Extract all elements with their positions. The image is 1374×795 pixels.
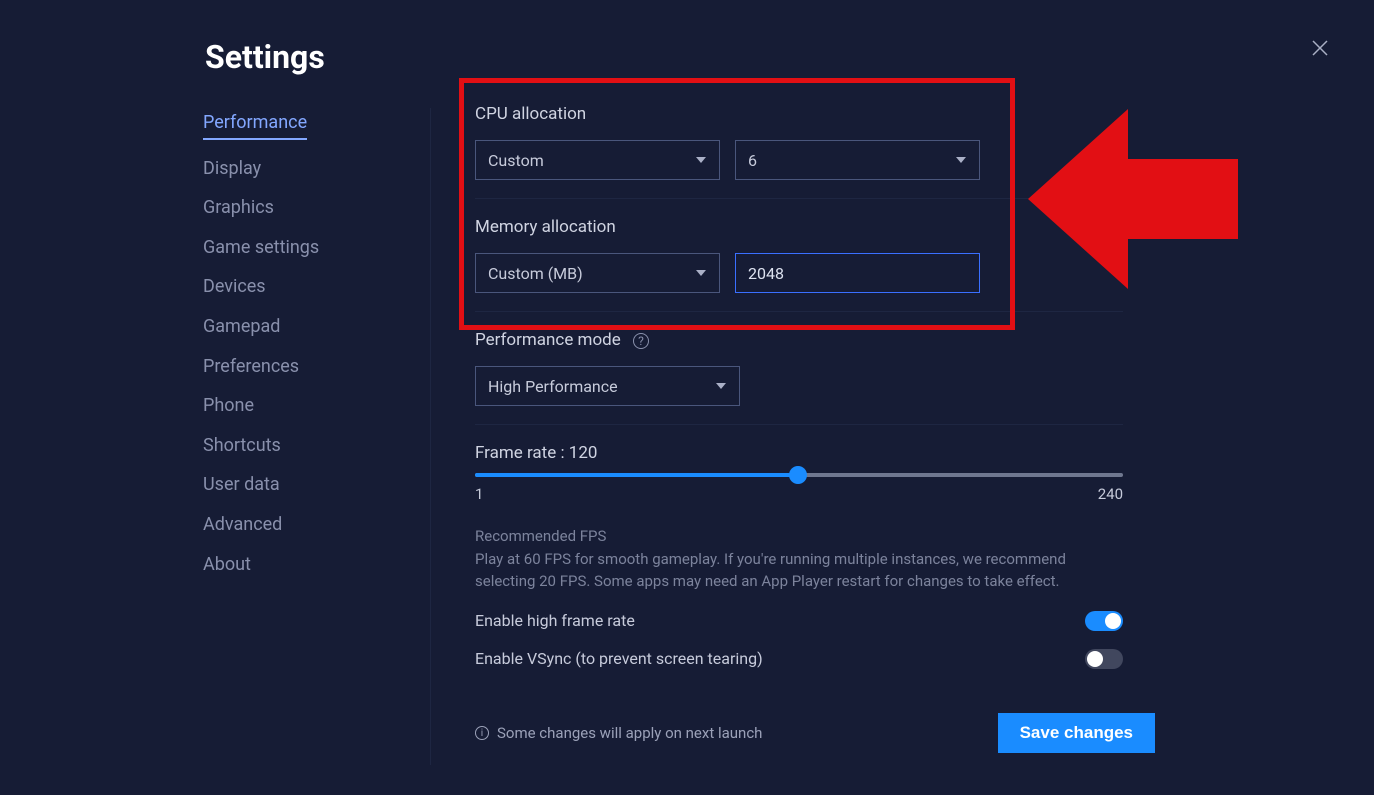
sidebar-item-game-settings[interactable]: Game settings [203,237,319,259]
vsync-toggle[interactable] [1085,649,1123,669]
close-icon[interactable] [1310,38,1330,58]
separator [475,198,1123,199]
sidebar-item-phone[interactable]: Phone [203,395,254,417]
chevron-down-icon [695,267,707,279]
vsync-label: Enable VSync (to prevent screen tearing) [475,649,763,668]
cpu-allocation-label: CPU allocation [475,104,1125,124]
info-note: i Some changes will apply on next launch [475,724,762,742]
cpu-cores-value: 6 [748,151,757,170]
recommended-fps-body: Play at 60 FPS for smooth gameplay. If y… [475,549,1123,593]
performance-mode-value: High Performance [488,377,618,396]
high-frame-rate-toggle[interactable] [1085,611,1123,631]
performance-mode-label: Performance mode ? [475,330,1125,350]
memory-allocation-label: Memory allocation [475,217,1125,237]
sidebar-item-preferences[interactable]: Preferences [203,356,299,378]
memory-value: 2048 [748,264,784,283]
frame-rate-label: Frame rate : 120 [475,443,1123,463]
performance-mode-text: Performance mode [475,330,621,350]
sidebar-item-devices[interactable]: Devices [203,276,266,298]
memory-preset-value: Custom (MB) [488,264,583,283]
separator [475,311,1123,312]
sidebar-item-about[interactable]: About [203,554,251,576]
help-icon[interactable]: ? [633,333,649,349]
main-panel: CPU allocation Custom 6 Memory allocatio… [475,104,1125,669]
memory-preset-select[interactable]: Custom (MB) [475,253,720,293]
sidebar-item-performance[interactable]: Performance [203,112,307,140]
chevron-down-icon [695,154,707,166]
sidebar-item-advanced[interactable]: Advanced [203,514,282,536]
frame-rate-max: 240 [1098,485,1123,503]
separator [475,424,1123,425]
memory-value-input[interactable]: 2048 [735,253,980,293]
cpu-cores-select[interactable]: 6 [735,140,980,180]
save-changes-button[interactable]: Save changes [998,713,1155,753]
frame-rate-min: 1 [475,485,483,503]
chevron-down-icon [955,154,967,166]
cpu-preset-select[interactable]: Custom [475,140,720,180]
performance-mode-select[interactable]: High Performance [475,366,740,406]
recommended-fps-title: Recommended FPS [475,527,1123,545]
vertical-divider [430,108,431,765]
sidebar-item-shortcuts[interactable]: Shortcuts [203,435,281,457]
sidebar-item-graphics[interactable]: Graphics [203,197,274,219]
info-icon: i [475,726,489,740]
high-frame-rate-label: Enable high frame rate [475,611,635,630]
chevron-down-icon [715,380,727,392]
sidebar-item-gamepad[interactable]: Gamepad [203,316,280,338]
slider-thumb[interactable] [789,466,807,484]
cpu-preset-value: Custom [488,151,544,170]
settings-sidebar: Performance Display Graphics Game settin… [203,112,373,575]
page-title: Settings [205,38,325,76]
frame-rate-slider[interactable] [475,473,1123,477]
sidebar-item-user-data[interactable]: User data [203,474,280,496]
sidebar-item-display[interactable]: Display [203,158,261,180]
slider-fill [475,473,798,477]
info-text: Some changes will apply on next launch [497,724,762,742]
